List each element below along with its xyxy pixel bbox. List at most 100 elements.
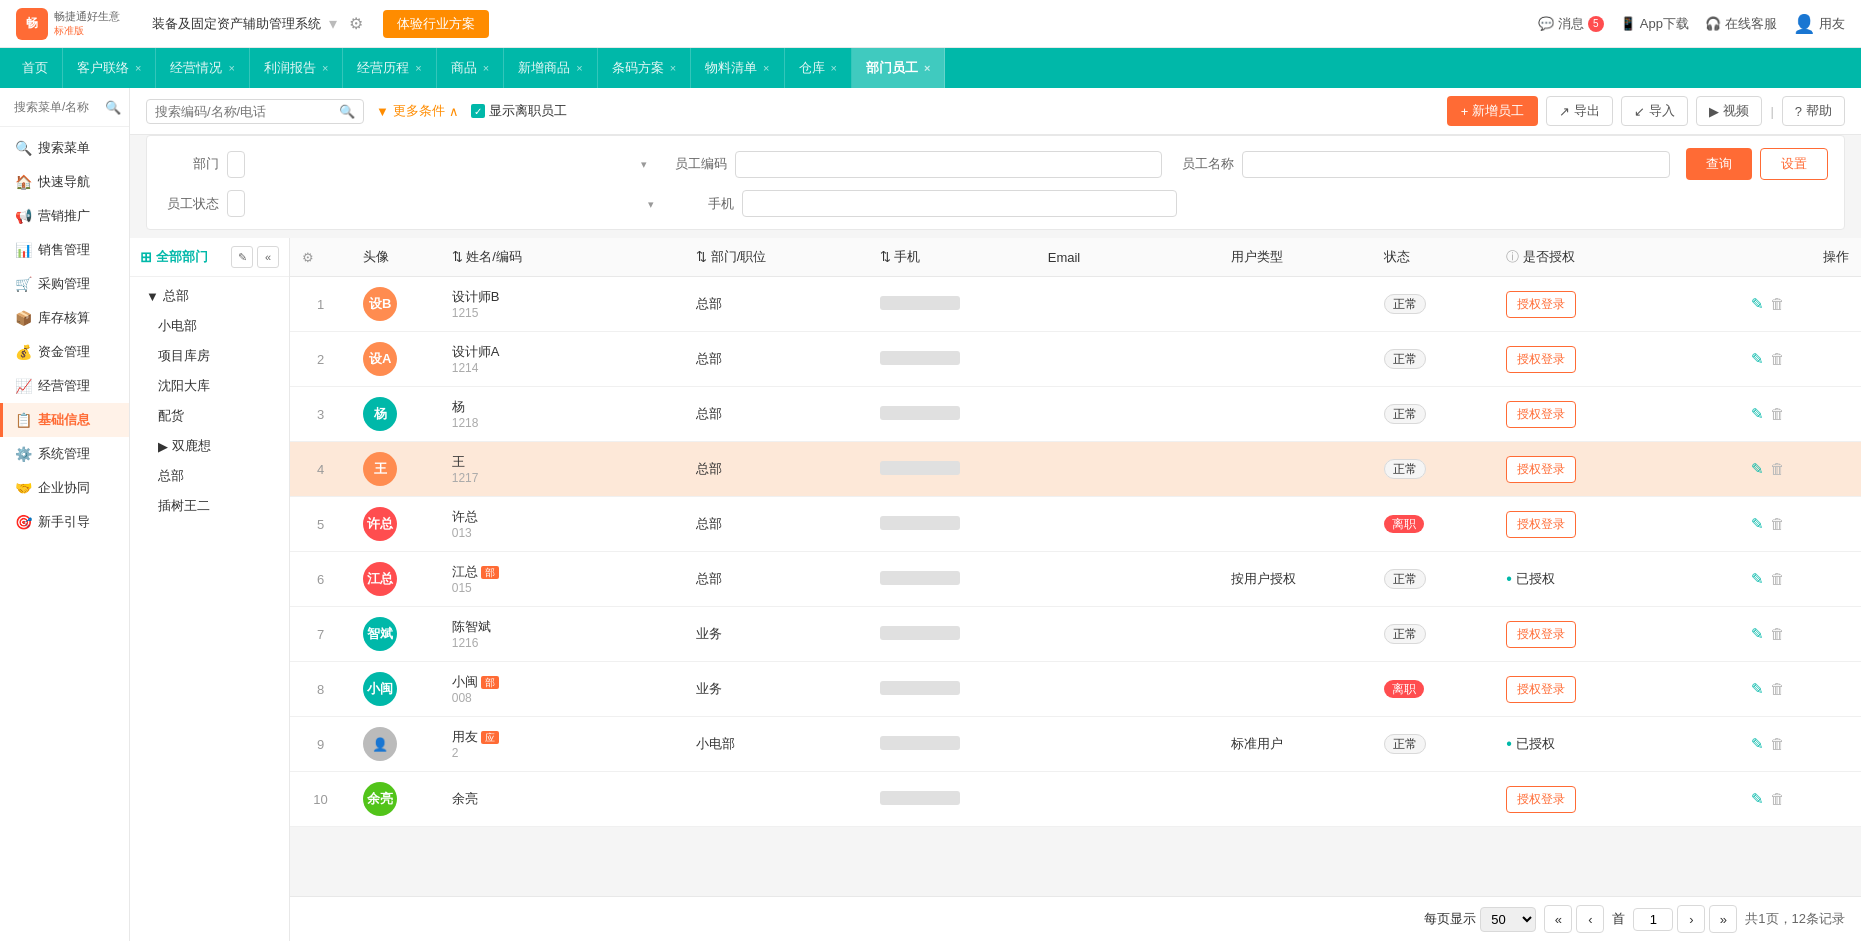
th-name[interactable]: ⇅ 姓名/编码 (440, 238, 685, 277)
tab-goods[interactable]: 商品 × (437, 48, 504, 88)
sidebar-item-system[interactable]: ⚙️系统管理 (0, 437, 129, 471)
first-page-btn[interactable]: « (1544, 905, 1572, 933)
tab-profit[interactable]: 利润报告 × (250, 48, 343, 88)
service-btn[interactable]: 🎧 在线客服 (1705, 15, 1777, 33)
dept-item-shuanglu[interactable]: ▶ 双鹿想 (130, 431, 289, 461)
tab-bom[interactable]: 物料清单 × (691, 48, 784, 88)
tab-add-goods[interactable]: 新增商品 × (504, 48, 597, 88)
dept-item-chushuwang[interactable]: 插树王二 (130, 491, 289, 521)
delete-icon[interactable]: 🗑 (1770, 625, 1785, 643)
edit-icon[interactable]: ✎ (1751, 570, 1764, 588)
export-btn[interactable]: ↗ 导出 (1546, 96, 1613, 126)
edit-icon[interactable]: ✎ (1751, 680, 1764, 698)
edit-icon[interactable]: ✎ (1751, 460, 1764, 478)
delete-icon[interactable]: 🗑 (1770, 735, 1785, 753)
tab-close-add-goods[interactable]: × (576, 62, 582, 74)
sidebar-item-finance[interactable]: 💰资金管理 (0, 335, 129, 369)
th-phone[interactable]: ⇅ 手机 (868, 238, 1036, 277)
auth-login-btn[interactable]: 授权登录 (1506, 401, 1576, 428)
edit-icon[interactable]: ✎ (1751, 515, 1764, 533)
dept-item-xiangmu[interactable]: 项目库房 (130, 341, 289, 371)
tab-close-profit[interactable]: × (322, 62, 328, 74)
tab-warehouse[interactable]: 仓库 × (785, 48, 852, 88)
sidebar-item-inventory[interactable]: 📦库存核算 (0, 301, 129, 335)
phone-input[interactable] (742, 190, 1177, 217)
sidebar-item-operations[interactable]: 📈经营管理 (0, 369, 129, 403)
sidebar-item-guide[interactable]: 🎯新手引导 (0, 505, 129, 539)
delete-icon[interactable]: 🗑 (1770, 790, 1785, 808)
delete-icon[interactable]: 🗑 (1770, 350, 1785, 368)
tab-operation[interactable]: 经营情况 × (156, 48, 249, 88)
sidebar-search-input[interactable] (8, 96, 101, 118)
tab-close-history[interactable]: × (415, 62, 421, 74)
auth-login-btn[interactable]: 授权登录 (1506, 291, 1576, 318)
per-page-select[interactable]: 50 100 200 (1480, 907, 1536, 932)
delete-icon[interactable]: 🗑 (1770, 570, 1785, 588)
dept-item-zongbu[interactable]: 总部 (130, 461, 289, 491)
auth-login-btn[interactable]: 授权登录 (1506, 456, 1576, 483)
video-btn[interactable]: ▶ 视频 (1696, 96, 1762, 126)
delete-icon[interactable]: 🗑 (1770, 295, 1785, 313)
tab-department[interactable]: 部门员工 × (852, 48, 945, 88)
auth-login-btn[interactable]: 授权登录 (1506, 621, 1576, 648)
dept-select[interactable] (227, 151, 245, 178)
settings-icon[interactable]: ⚙ (349, 14, 363, 33)
import-btn[interactable]: ↙ 导入 (1621, 96, 1688, 126)
tab-history[interactable]: 经营历程 × (343, 48, 436, 88)
more-filter-btn[interactable]: ▼ 更多条件 ∧ (376, 102, 459, 120)
auth-login-btn[interactable]: 授权登录 (1506, 346, 1576, 373)
sidebar-item-purchase[interactable]: 🛒采购管理 (0, 267, 129, 301)
tab-close-department[interactable]: × (924, 62, 930, 74)
add-employee-btn[interactable]: + 新增员工 (1447, 96, 1539, 126)
sidebar-item-sales[interactable]: 📊销售管理 (0, 233, 129, 267)
trial-btn[interactable]: 体验行业方案 (383, 10, 489, 38)
edit-icon[interactable]: ✎ (1751, 790, 1764, 808)
tab-customer[interactable]: 客户联络 × (63, 48, 156, 88)
sidebar-item-basic[interactable]: 📋基础信息 (0, 403, 129, 437)
search-input[interactable] (155, 104, 335, 119)
sidebar-item-search[interactable]: 🔍搜索菜单 (0, 131, 129, 165)
dept-item-zongbu-parent[interactable]: ▼ 总部 (130, 281, 289, 311)
prev-page-btn[interactable]: ‹ (1576, 905, 1604, 933)
page-input[interactable] (1633, 908, 1673, 931)
empname-input[interactable] (1242, 151, 1670, 178)
empcode-input[interactable] (735, 151, 1163, 178)
dept-item-shenyang[interactable]: 沈阳大库 (130, 371, 289, 401)
dept-item-xiaodianbу[interactable]: 小电部 (130, 311, 289, 341)
next-page-btn[interactable]: › (1677, 905, 1705, 933)
col-settings-icon[interactable]: ⚙ (302, 250, 314, 265)
sidebar-item-marketing[interactable]: 📢营销推广 (0, 199, 129, 233)
auth-login-btn[interactable]: 授权登录 (1506, 511, 1576, 538)
auth-login-btn[interactable]: 授权登录 (1506, 676, 1576, 703)
delete-icon[interactable]: 🗑 (1770, 515, 1785, 533)
auth-login-btn[interactable]: 授权登录 (1506, 786, 1576, 813)
last-page-btn[interactable]: » (1709, 905, 1737, 933)
edit-icon[interactable]: ✎ (1751, 350, 1764, 368)
tab-close-warehouse[interactable]: × (831, 62, 837, 74)
query-btn[interactable]: 查询 (1686, 148, 1752, 180)
sidebar-item-collab[interactable]: 🤝企业协同 (0, 471, 129, 505)
system-title-dropdown-icon[interactable]: ▾ (329, 14, 337, 33)
dept-collapse-btn[interactable]: « (257, 246, 279, 268)
message-btn[interactable]: 💬 消息 5 (1538, 15, 1604, 33)
tab-barcode[interactable]: 条码方案 × (598, 48, 691, 88)
sidebar-item-nav[interactable]: 🏠快速导航 (0, 165, 129, 199)
delete-icon[interactable]: 🗑 (1770, 680, 1785, 698)
help-btn[interactable]: ? 帮助 (1782, 96, 1845, 126)
edit-icon[interactable]: ✎ (1751, 295, 1764, 313)
tab-close-bom[interactable]: × (763, 62, 769, 74)
edit-icon[interactable]: ✎ (1751, 405, 1764, 423)
tab-close-operation[interactable]: × (228, 62, 234, 74)
app-download-btn[interactable]: 📱 App下载 (1620, 15, 1689, 33)
set-btn[interactable]: 设置 (1760, 148, 1828, 180)
tab-close-goods[interactable]: × (483, 62, 489, 74)
tab-home[interactable]: 首页 (8, 48, 63, 88)
edit-icon[interactable]: ✎ (1751, 625, 1764, 643)
edit-icon[interactable]: ✎ (1751, 735, 1764, 753)
user-avatar[interactable]: 👤 用友 (1793, 13, 1845, 35)
tab-close-barcode[interactable]: × (670, 62, 676, 74)
th-dept[interactable]: ⇅ 部门/职位 (684, 238, 867, 277)
show-resigned-toggle[interactable]: ✓ 显示离职员工 (471, 102, 567, 120)
dept-edit-btn[interactable]: ✎ (231, 246, 253, 268)
delete-icon[interactable]: 🗑 (1770, 405, 1785, 423)
